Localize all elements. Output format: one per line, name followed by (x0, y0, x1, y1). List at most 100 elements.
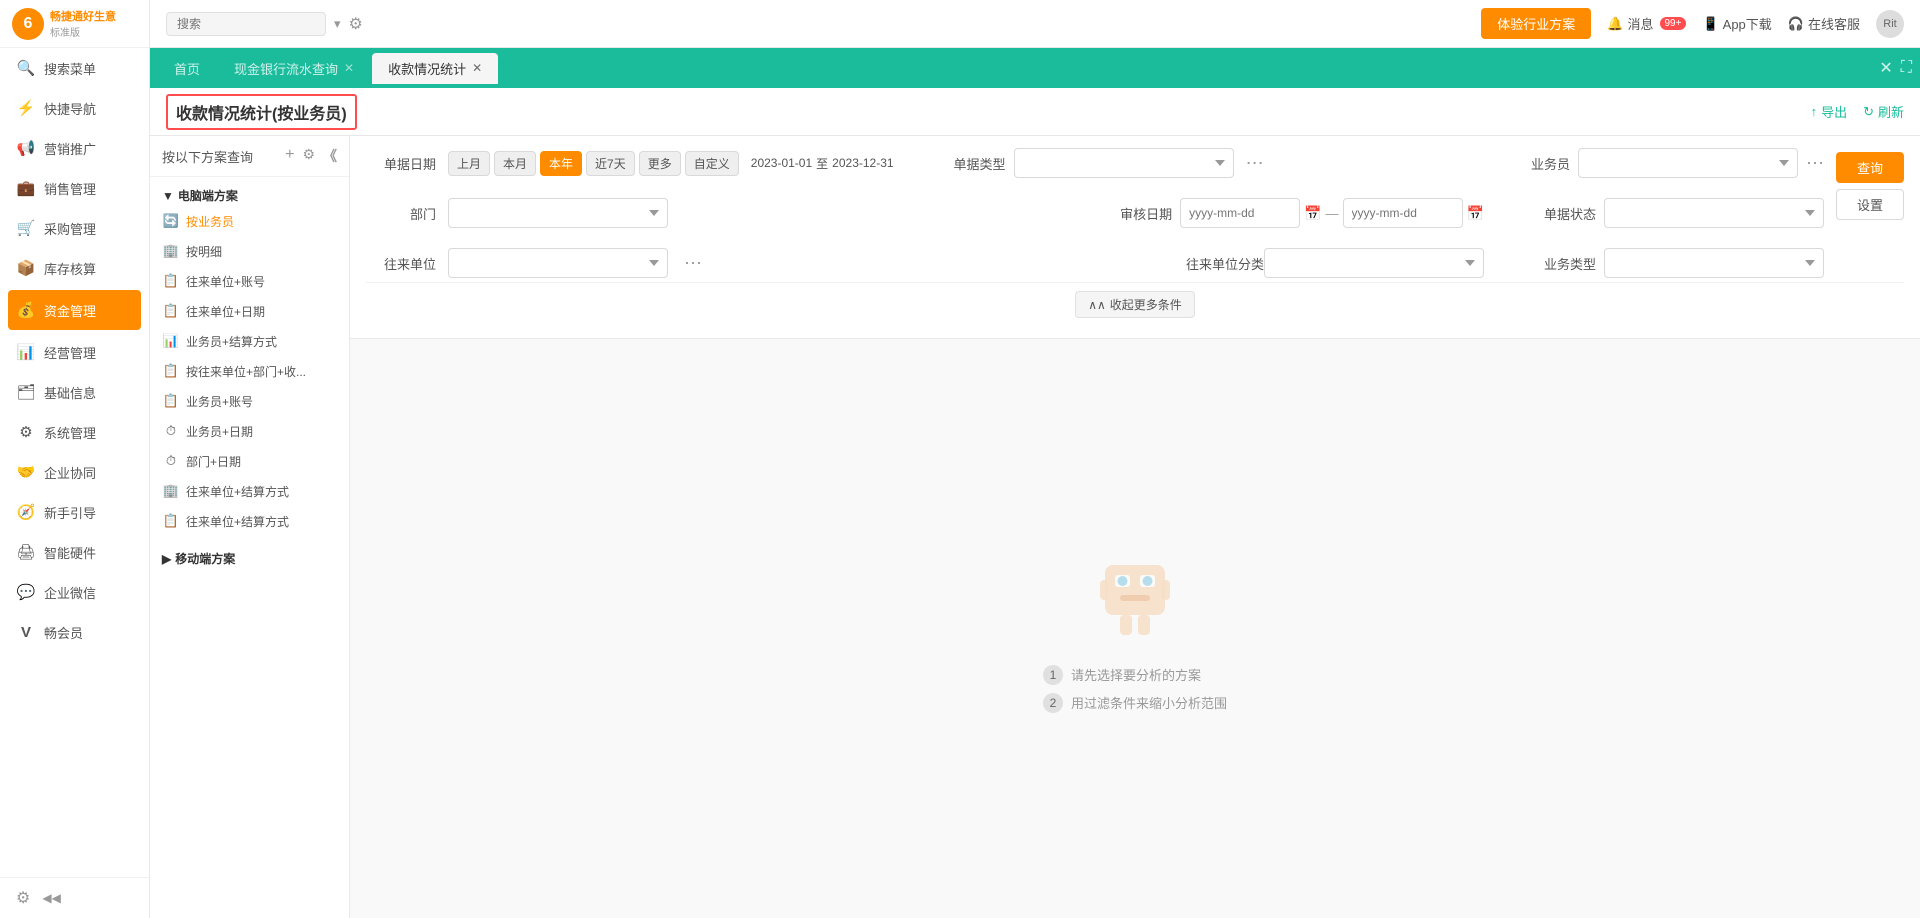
filter-row-1: 单据日期 上月 本月 本年 近7天 更多 自定义 (366, 148, 1824, 178)
tree-item-unit-payment2[interactable]: 📋 往来单位+结算方式 (150, 506, 349, 536)
tree-item-salesman-account[interactable]: 📋 业务员+账号 (150, 386, 349, 416)
tree-item-unit-dept[interactable]: 📋 按往来单位+部门+收... (150, 356, 349, 386)
sidebar-item-sales[interactable]: 💼 销售管理 (0, 168, 149, 208)
online-service-btn[interactable]: 🎧 在线客服 (1788, 14, 1860, 33)
sales-icon: 💼 (16, 178, 36, 198)
breadcrumb-dropdown-icon[interactable]: ▾ (334, 16, 341, 32)
tab-fullscreen-btn[interactable]: ⛶ (1901, 59, 1912, 77)
tab-bar: 首页 现金银行流水查询 ✕ 收款情况统计 ✕ ✕ ⛶ (150, 48, 1920, 88)
message-btn[interactable]: 🔔 消息 99+ (1607, 14, 1686, 33)
left-panel-settings-btn[interactable]: ⚙ (302, 146, 315, 166)
tree-group-desktop[interactable]: ▼ 电脑端方案 (150, 181, 349, 206)
enterprise-icon: 🤝 (16, 462, 36, 482)
sidebar-item-finance[interactable]: 💰 资金管理 (8, 290, 141, 330)
sidebar-collapse-btn[interactable]: ◀◀ (42, 891, 60, 905)
tree-item-salesman-payment[interactable]: 📊 业务员+结算方式 (150, 326, 349, 356)
tab-bank-flow[interactable]: 现金银行流水查询 ✕ (218, 53, 370, 84)
tree-item-by-salesman[interactable]: 🔄 按业务员 (150, 206, 349, 236)
sidebar-item-label: 营销推广 (44, 139, 96, 158)
sidebar-item-label: 销售管理 (44, 179, 96, 198)
sidebar-item-enterprise[interactable]: 🤝 企业协同 (0, 452, 149, 492)
counterparty-cat-select[interactable] (1264, 248, 1484, 278)
sidebar-item-member[interactable]: V 畅会员 (0, 612, 149, 652)
counterparty-label: 往来单位 (366, 254, 436, 273)
tree-item-label: 按明细 (186, 243, 222, 260)
sidebar-item-system[interactable]: ⚙ 系统管理 (0, 412, 149, 452)
refresh-btn[interactable]: ↻ 刷新 (1863, 102, 1904, 121)
tab-close-all-btn[interactable]: ✕ (1879, 58, 1892, 78)
tab-bar-actions: ✕ ⛶ (1879, 58, 1912, 78)
query-button[interactable]: 查询 (1836, 152, 1904, 183)
export-btn[interactable]: ↑ 导出 (1811, 102, 1848, 121)
counterparty-select[interactable] (448, 248, 668, 278)
tree-item-icon-salesman-date: ⏱ (162, 422, 180, 440)
sidebar-item-inventory[interactable]: 📦 库存核算 (0, 248, 149, 288)
sidebar-item-label: 经营管理 (44, 343, 96, 362)
user-avatar[interactable]: Rit (1876, 10, 1904, 38)
left-panel-header: 按以下方案查询 + ⚙ 《 (150, 136, 349, 177)
sidebar-item-wechat[interactable]: 💬 企业微信 (0, 572, 149, 612)
tree-group-label-text: 电脑端方案 (178, 187, 238, 204)
review-date-to[interactable] (1343, 198, 1463, 228)
date-label: 单据日期 (366, 154, 436, 173)
logo-badge: 标准版 (50, 24, 116, 39)
date-tab-this-month[interactable]: 本月 (494, 151, 536, 176)
tree-mobile-group: ▶ 移动端方案 (150, 540, 349, 573)
salesman-select[interactable] (1578, 148, 1798, 178)
sidebar-item-hardware[interactable]: 🖨 智能硬件 (0, 532, 149, 572)
cal-icon-from[interactable]: 📅 (1304, 205, 1321, 222)
tree-item-icon-unit-account: 📋 (162, 272, 180, 290)
sidebar-item-basic-info[interactable]: 🗂 基础信息 (0, 372, 149, 412)
header-settings-icon[interactable]: ⚙ (349, 14, 363, 34)
tree-item-unit-account[interactable]: 📋 往来单位+账号 (150, 266, 349, 296)
tree-item-label: 业务员+账号 (186, 393, 253, 410)
tab-bank-flow-close[interactable]: ✕ (344, 61, 354, 75)
online-service-label: 在线客服 (1808, 14, 1860, 33)
tab-collection-stat[interactable]: 收款情况统计 ✕ (372, 53, 498, 84)
tree-item-by-detail[interactable]: 🏢 按明细 (150, 236, 349, 266)
dept-select[interactable] (448, 198, 668, 228)
sidebar-item-purchase[interactable]: 🛒 采购管理 (0, 208, 149, 248)
sidebar-item-search-menu[interactable]: 🔍 搜索菜单 (0, 48, 149, 88)
tree-item-salesman-date[interactable]: ⏱ 业务员+日期 (150, 416, 349, 446)
date-tab-custom[interactable]: 自定义 (685, 151, 739, 176)
tree-item-dept-date[interactable]: ⏱ 部门+日期 (150, 446, 349, 476)
tree-item-unit-date[interactable]: 📋 往来单位+日期 (150, 296, 349, 326)
doc-status-select[interactable] (1604, 198, 1824, 228)
logo-icon: 6 (12, 8, 44, 40)
collapse-button[interactable]: ∧∧ 收起更多条件 (1075, 291, 1195, 318)
doc-type-select[interactable] (1014, 148, 1234, 178)
inventory-icon: 📦 (16, 258, 36, 278)
sidebar-item-operations[interactable]: 📊 经营管理 (0, 332, 149, 372)
header-search-input[interactable] (166, 12, 326, 36)
cal-icon-to[interactable]: 📅 (1467, 205, 1484, 222)
content-area: 按以下方案查询 + ⚙ 《 ▼ 电脑端方案 🔄 (150, 136, 1920, 918)
wechat-icon: 💬 (16, 582, 36, 602)
tab-collection-stat-close[interactable]: ✕ (472, 61, 482, 75)
date-tab-more[interactable]: 更多 (639, 151, 681, 176)
doc-type-more-icon[interactable]: ⋯ (1246, 153, 1264, 174)
review-date-from[interactable] (1180, 198, 1300, 228)
settings-button[interactable]: 设置 (1836, 189, 1904, 220)
tree-item-unit-payment1[interactable]: 🏢 往来单位+结算方式 (150, 476, 349, 506)
left-panel-add-btn[interactable]: + (285, 146, 294, 166)
date-tab-last-month[interactable]: 上月 (448, 151, 490, 176)
page-title-highlight: 收款情况统计(按业务员) (166, 94, 357, 130)
date-tab-this-year[interactable]: 本年 (540, 151, 582, 176)
left-panel-collapse-btn[interactable]: 《 (323, 146, 337, 166)
date-tab-7days[interactable]: 近7天 (586, 151, 635, 176)
tab-home[interactable]: 首页 (158, 53, 216, 84)
tree-item-icon-salesman: 🔄 (162, 212, 180, 230)
sidebar-settings-btn[interactable]: ⚙ (16, 888, 30, 908)
app-download-btn[interactable]: 📱 App下载 (1702, 14, 1771, 33)
sidebar-item-quick-nav[interactable]: ⚡ 快捷导航 (0, 88, 149, 128)
counterparty-more-icon[interactable]: ⋯ (684, 253, 702, 274)
main-area: ▾ ⚙ 体验行业方案 🔔 消息 99+ 📱 App下载 🎧 在线客服 (150, 0, 1920, 918)
tree-group-mobile[interactable]: ▶ 移动端方案 (150, 544, 349, 569)
tree-item-label: 按往来单位+部门+收... (186, 363, 306, 380)
sidebar-item-guide[interactable]: 🧭 新手引导 (0, 492, 149, 532)
salesman-more-icon[interactable]: ⋯ (1806, 153, 1824, 174)
biz-type-select[interactable] (1604, 248, 1824, 278)
trial-button[interactable]: 体验行业方案 (1481, 8, 1591, 39)
sidebar-item-marketing[interactable]: 📢 营销推广 (0, 128, 149, 168)
